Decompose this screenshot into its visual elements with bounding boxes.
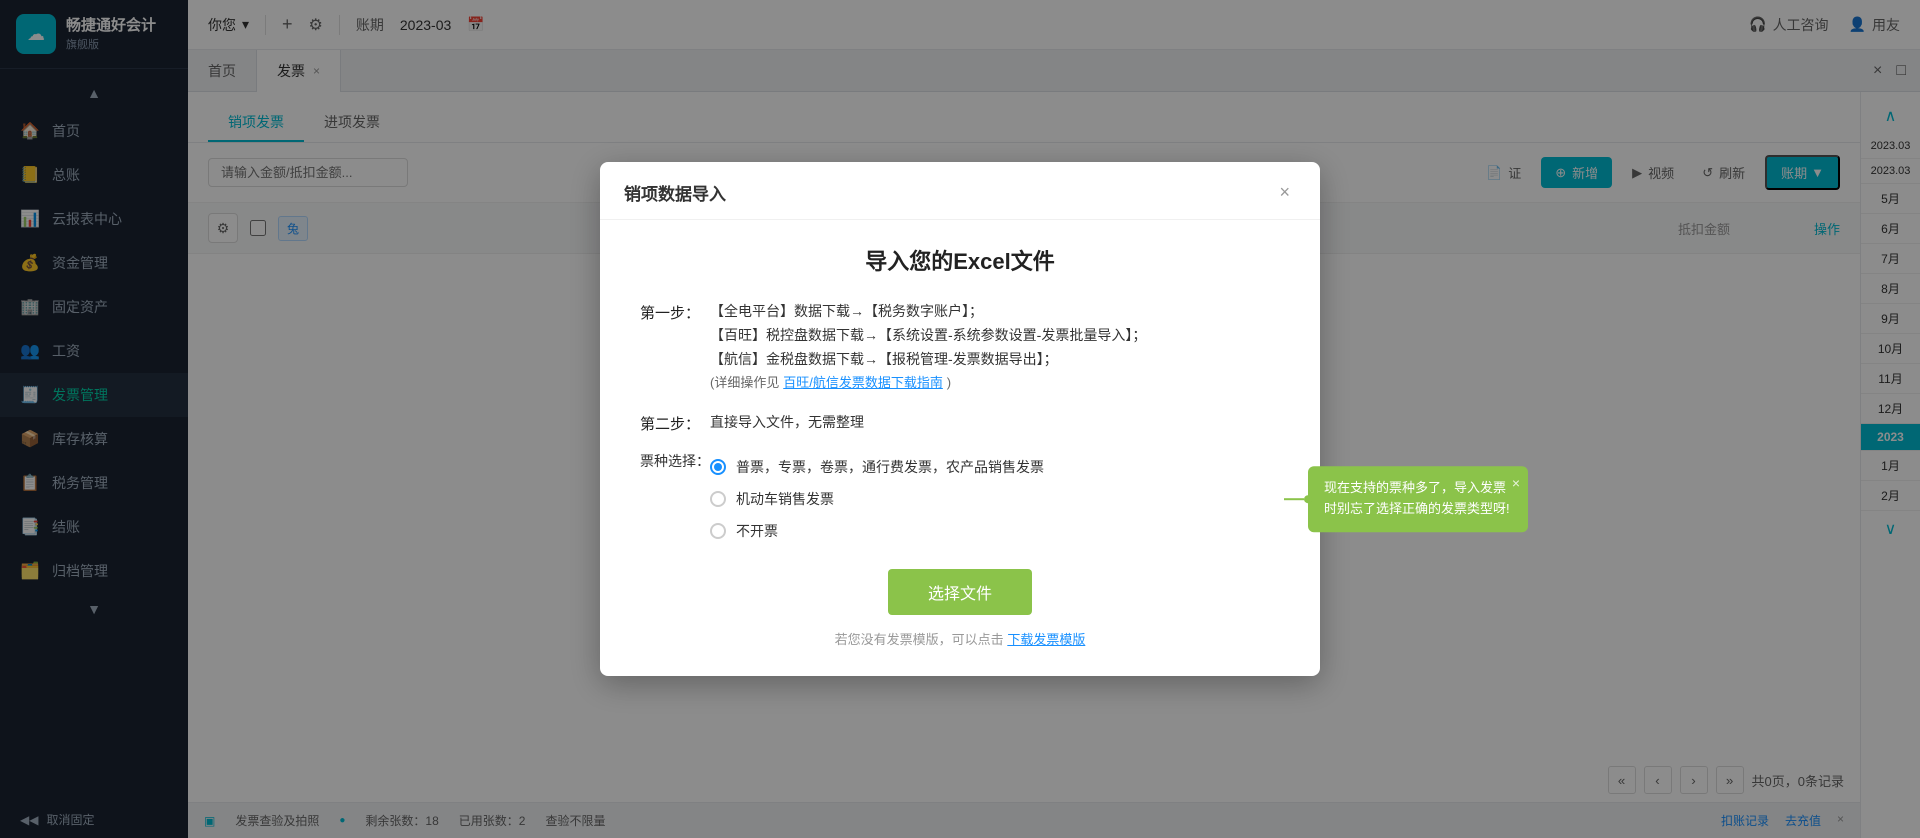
radio-general-invoice[interactable]: 普票，专票，卷票，通行费发票，农产品销售发票 [710,457,1280,477]
dialog-main-title: 导入您的Excel文件 [640,244,1280,276]
download-template-link[interactable]: 下载发票模版 [1007,632,1085,647]
modal-overlay: 销项数据导入 × 导入您的Excel文件 第一步： 【全电平台】数据下载→【税务… [0,0,1920,838]
tooltip-text: 现在支持的票种多了，导入发票时别忘了选择正确的发票类型呀! [1324,480,1510,516]
step1-row1: 【全电平台】数据下载→【税务数字账户】； [710,300,1280,324]
step1-content: 【全电平台】数据下载→【税务数字账户】； 【百旺】税控盘数据下载→【系统设置-系… [710,300,1280,395]
ticket-selection-label: 票种选择： [640,449,710,471]
step2-content: 直接导入文件，无需整理 [710,411,1280,435]
import-dialog: 销项数据导入 × 导入您的Excel文件 第一步： 【全电平台】数据下载→【税务… [600,162,1320,676]
radio-circle [710,523,726,539]
step1-label: 第一步： [640,300,710,323]
ticket-selection: 票种选择： 普票，专票，卷票，通行费发票，农产品销售发票 机动车销售 [640,449,1280,549]
radio-circle [710,459,726,475]
dialog-title: 销项数据导入 [624,180,726,205]
step1-link-prefix: (详细操作见 [710,375,779,390]
tooltip-dot [1304,495,1312,503]
step1-row3: 【航信】金税盘数据下载→【报税管理-发票数据导出】； [710,348,1280,372]
step1-guide-link-row: (详细操作见 百旺/航信发票数据下载指南 ) [710,371,1280,395]
dialog-close-btn[interactable]: × [1273,180,1296,205]
dialog-header: 销项数据导入 × [600,162,1320,220]
step2: 第二步： 直接导入文件，无需整理 [640,411,1280,435]
step1: 第一步： 【全电平台】数据下载→【税务数字账户】； 【百旺】税控盘数据下载→【系… [640,300,1280,395]
radio-vehicle-invoice[interactable]: 机动车销售发票 [710,489,1280,509]
radio-label: 普票，专票，卷票，通行费发票，农产品销售发票 [736,457,1044,477]
dialog-body: 导入您的Excel文件 第一步： 【全电平台】数据下载→【税务数字账户】； 【百… [600,220,1320,676]
radio-group: 普票，专票，卷票，通行费发票，农产品销售发票 机动车销售发票 不开票 [710,457,1280,541]
step1-row2: 【百旺】税控盘数据下载→【系统设置-系统参数设置-发票批量导入】； [710,324,1280,348]
step1-link-suffix: ) [947,375,951,390]
select-file-btn[interactable]: 选择文件 [888,569,1032,615]
radio-no-invoice[interactable]: 不开票 [710,521,1280,541]
step2-text: 直接导入文件，无需整理 [710,411,1280,435]
step1-guide-link[interactable]: 百旺/航信发票数据下载指南 [783,375,943,390]
radio-label: 不开票 [736,521,778,541]
download-hint-row: 若您没有发票模版，可以点击 下载发票模版 [640,629,1280,648]
radio-circle [710,491,726,507]
radio-dot [714,463,722,471]
tooltip-line [1284,498,1304,500]
tooltip-close-btn[interactable]: × [1512,472,1520,494]
radio-label: 机动车销售发票 [736,489,834,509]
tooltip-bubble: × 现在支持的票种多了，导入发票时别忘了选择正确的发票类型呀! [1308,466,1528,532]
step2-label: 第二步： [640,411,710,434]
download-hint-text: 若您没有发票模版，可以点击 [835,632,1004,647]
